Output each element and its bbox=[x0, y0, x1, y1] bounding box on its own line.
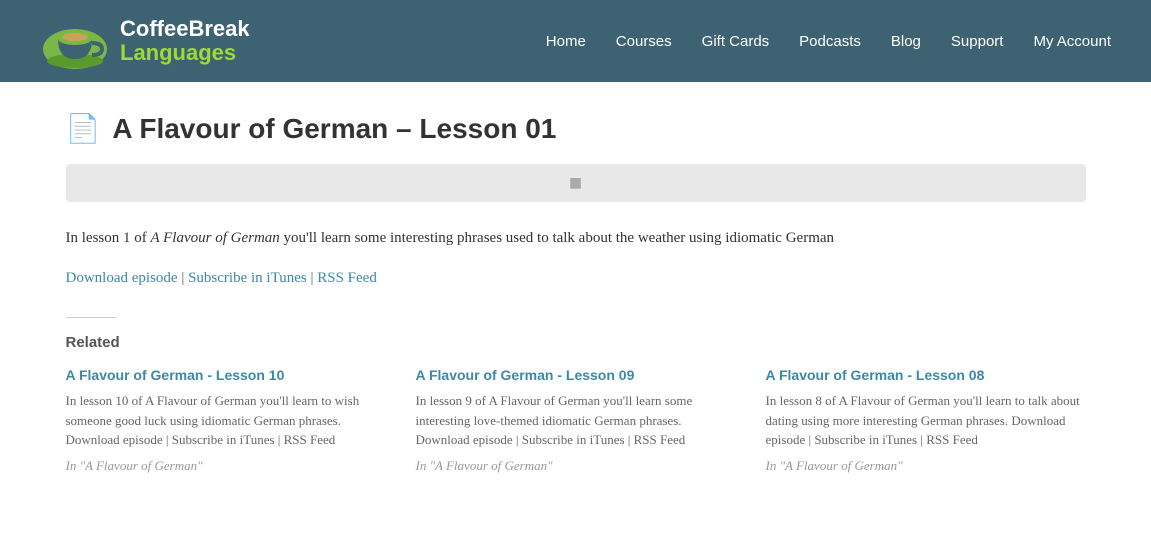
main-content: 📄 A Flavour of German – Lesson 01 ■ In l… bbox=[26, 82, 1126, 515]
desc-after-em: you'll learn some interesting phrases us… bbox=[280, 230, 834, 246]
nav-podcasts[interactable]: Podcasts bbox=[799, 33, 861, 50]
related-category-1: In "A Flavour of German" bbox=[416, 458, 553, 473]
divider bbox=[66, 317, 116, 318]
nav-my-account[interactable]: My Account bbox=[1033, 33, 1111, 50]
related-item-0: A Flavour of German - Lesson 10 In lesso… bbox=[66, 367, 386, 475]
logo-cup-icon bbox=[40, 11, 110, 71]
page-title: A Flavour of German – Lesson 01 bbox=[112, 113, 556, 145]
related-category-2: In "A Flavour of German" bbox=[766, 458, 903, 473]
download-episode-link[interactable]: Download episode bbox=[66, 270, 178, 286]
nav-courses[interactable]: Courses bbox=[616, 33, 672, 50]
related-desc-2: In lesson 8 of A Flavour of German you'l… bbox=[766, 391, 1086, 450]
subscribe-itunes-link[interactable]: Subscribe in iTunes bbox=[188, 270, 307, 286]
nav-gift-cards[interactable]: Gift Cards bbox=[702, 33, 770, 50]
main-nav: Home Courses Gift Cards Podcasts Blog Su… bbox=[546, 33, 1111, 50]
related-item-1: A Flavour of German - Lesson 09 In lesso… bbox=[416, 367, 736, 475]
related-label: Related bbox=[66, 334, 1086, 351]
lesson-description: In lesson 1 of A Flavour of German you'l… bbox=[66, 226, 1086, 250]
related-title-1[interactable]: A Flavour of German - Lesson 09 bbox=[416, 367, 736, 383]
desc-before-em: In lesson 1 of bbox=[66, 230, 151, 246]
related-category-0: In "A Flavour of German" bbox=[66, 458, 203, 473]
site-header: CoffeeBreak Languages Home Courses Gift … bbox=[0, 0, 1151, 82]
related-title-2[interactable]: A Flavour of German - Lesson 08 bbox=[766, 367, 1086, 383]
nav-support[interactable]: Support bbox=[951, 33, 1004, 50]
nav-blog[interactable]: Blog bbox=[891, 33, 921, 50]
document-icon: 📄 bbox=[66, 112, 101, 146]
episode-links: Download episode | Subscribe in iTunes |… bbox=[66, 270, 1086, 287]
related-item-2: A Flavour of German - Lesson 08 In lesso… bbox=[766, 367, 1086, 475]
nav-home[interactable]: Home bbox=[546, 33, 586, 50]
related-desc-0: In lesson 10 of A Flavour of German you'… bbox=[66, 391, 386, 450]
logo-text-top: CoffeeBreak bbox=[120, 17, 250, 41]
related-grid: A Flavour of German - Lesson 10 In lesso… bbox=[66, 367, 1086, 475]
logo[interactable]: CoffeeBreak Languages bbox=[40, 11, 250, 71]
logo-text-bottom: Languages bbox=[120, 41, 250, 65]
title-row: 📄 A Flavour of German – Lesson 01 bbox=[66, 112, 1086, 146]
plugin-icon: ■ bbox=[569, 170, 582, 196]
related-title-0[interactable]: A Flavour of German - Lesson 10 bbox=[66, 367, 386, 383]
audio-player-bar[interactable]: ■ bbox=[66, 164, 1086, 202]
rss-feed-link[interactable]: RSS Feed bbox=[317, 270, 377, 286]
related-desc-1: In lesson 9 of A Flavour of German you'l… bbox=[416, 391, 736, 450]
desc-em: A Flavour of German bbox=[151, 230, 280, 246]
